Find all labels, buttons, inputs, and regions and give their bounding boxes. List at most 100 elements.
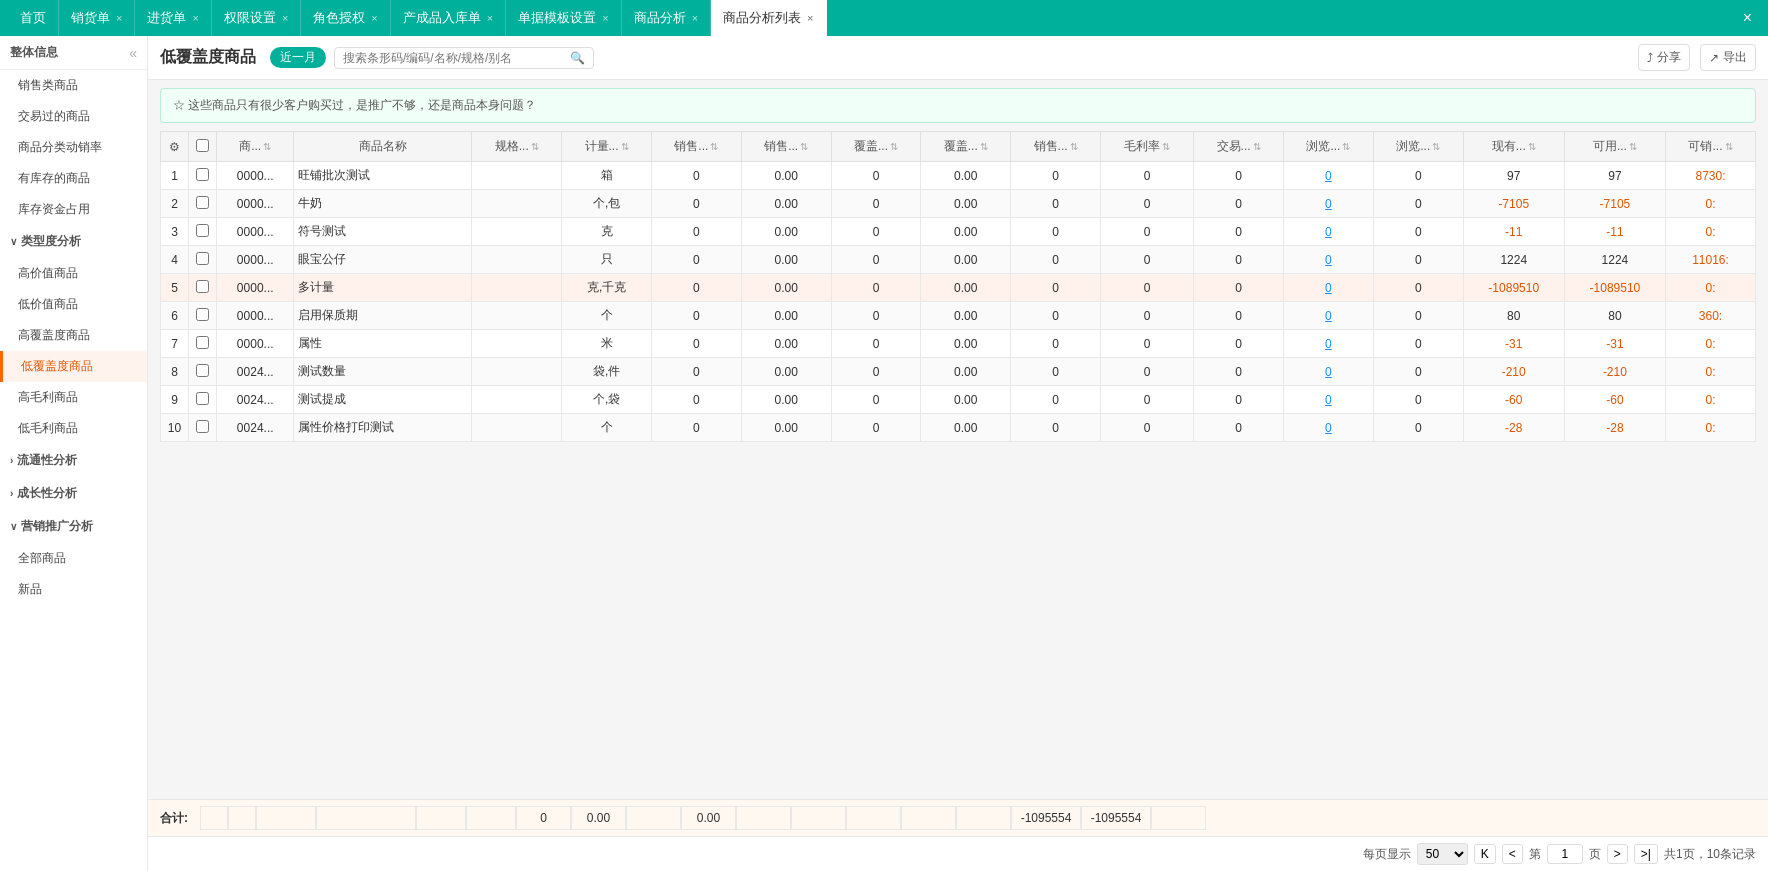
nav-template-settings[interactable]: 单据模板设置 × bbox=[506, 0, 621, 36]
col-sales-qty[interactable]: 销售...⇅ bbox=[651, 132, 741, 162]
table-row: 7 0000... 属性 米 0 0.00 0 0.00 0 0 0 0 0 -… bbox=[161, 330, 1756, 358]
col-checkbox-header[interactable] bbox=[189, 132, 217, 162]
select-all-checkbox[interactable] bbox=[196, 139, 209, 152]
row-browse1[interactable]: 0 bbox=[1284, 330, 1374, 358]
nav-product-inbound[interactable]: 产成品入库单 × bbox=[391, 0, 506, 36]
row-stock-current: 80 bbox=[1463, 302, 1564, 330]
sidebar-item-new-goods[interactable]: 新品 bbox=[0, 574, 147, 605]
page-input[interactable] bbox=[1547, 844, 1583, 864]
col-cover1[interactable]: 覆盖...⇅ bbox=[831, 132, 921, 162]
nav-sales-order[interactable]: 销货单 × bbox=[59, 0, 135, 36]
sidebar-item-high-margin[interactable]: 高毛利商品 bbox=[0, 382, 147, 413]
col-unit[interactable]: 计量...⇅ bbox=[562, 132, 652, 162]
share-button[interactable]: ⤴ 分享 bbox=[1638, 44, 1690, 71]
row-browse1[interactable]: 0 bbox=[1284, 274, 1374, 302]
nav-close-analysis[interactable]: × bbox=[692, 12, 698, 24]
sidebar-section-type-analysis[interactable]: ∨ 类型度分析 bbox=[0, 225, 147, 258]
nav-close-permission[interactable]: × bbox=[282, 12, 288, 24]
row-browse1[interactable]: 0 bbox=[1284, 386, 1374, 414]
nav-close-role[interactable]: × bbox=[371, 12, 377, 24]
nav-product-analysis-list[interactable]: 商品分析列表 × bbox=[711, 0, 826, 36]
sidebar-item-sales-goods[interactable]: 销售类商品 bbox=[0, 70, 147, 101]
col-spec[interactable]: 规格...⇅ bbox=[472, 132, 562, 162]
col-code[interactable]: 商...⇅ bbox=[217, 132, 294, 162]
nav-close-sales[interactable]: × bbox=[116, 12, 122, 24]
row-num: 4 bbox=[161, 246, 189, 274]
col-stock-current[interactable]: 现有...⇅ bbox=[1463, 132, 1564, 162]
row-checkbox[interactable] bbox=[189, 330, 217, 358]
nav-role-auth[interactable]: 角色授权 × bbox=[301, 0, 390, 36]
sidebar-item-category-rate[interactable]: 商品分类动销率 bbox=[0, 132, 147, 163]
col-name[interactable]: 商品名称 bbox=[294, 132, 472, 162]
next-page-btn[interactable]: > bbox=[1607, 844, 1628, 864]
row-checkbox[interactable] bbox=[189, 274, 217, 302]
per-page-select[interactable]: 50 100 200 bbox=[1417, 843, 1468, 865]
col-gross-margin[interactable]: 毛利率⇅ bbox=[1101, 132, 1194, 162]
row-checkbox[interactable] bbox=[189, 218, 217, 246]
sidebar-item-low-margin[interactable]: 低毛利商品 bbox=[0, 413, 147, 444]
col-trade[interactable]: 交易...⇅ bbox=[1194, 132, 1284, 162]
col-stock-sale[interactable]: 可销...⇅ bbox=[1665, 132, 1755, 162]
prev-page-btn[interactable]: < bbox=[1502, 844, 1523, 864]
col-sales-amt[interactable]: 销售...⇅ bbox=[741, 132, 831, 162]
row-browse2: 0 bbox=[1373, 358, 1463, 386]
col-cover2[interactable]: 覆盖...⇅ bbox=[921, 132, 1011, 162]
row-browse1[interactable]: 0 bbox=[1284, 162, 1374, 190]
row-num: 2 bbox=[161, 190, 189, 218]
first-page-btn[interactable]: K bbox=[1474, 844, 1496, 864]
sidebar-item-stock-capital[interactable]: 库存资金占用 bbox=[0, 194, 147, 225]
nav-close-analysis-list[interactable]: × bbox=[807, 12, 813, 24]
nav-home[interactable]: 首页 bbox=[8, 0, 59, 36]
sidebar-section-marketing[interactable]: ∨ 营销推广分析 bbox=[0, 510, 147, 543]
col-settings[interactable]: ⚙ bbox=[161, 132, 189, 162]
row-checkbox[interactable] bbox=[189, 414, 217, 442]
row-checkbox[interactable] bbox=[189, 386, 217, 414]
row-checkbox[interactable] bbox=[189, 246, 217, 274]
col-stock-avail[interactable]: 可用...⇅ bbox=[1564, 132, 1665, 162]
col-browse2[interactable]: 浏览...⇅ bbox=[1373, 132, 1463, 162]
row-name: 符号测试 bbox=[294, 218, 472, 246]
row-checkbox[interactable] bbox=[189, 358, 217, 386]
search-input[interactable] bbox=[343, 51, 570, 65]
sidebar-item-stocked-goods[interactable]: 有库存的商品 bbox=[0, 163, 147, 194]
nav-permission[interactable]: 权限设置 × bbox=[212, 0, 301, 36]
row-browse1[interactable]: 0 bbox=[1284, 218, 1374, 246]
row-checkbox[interactable] bbox=[189, 190, 217, 218]
col-browse1[interactable]: 浏览...⇅ bbox=[1284, 132, 1374, 162]
section-arrow-liquidity: › bbox=[10, 455, 13, 466]
row-browse1[interactable]: 0 bbox=[1284, 414, 1374, 442]
filter-btn[interactable]: 近一月 bbox=[270, 47, 326, 68]
per-page-label: 每页显示 bbox=[1363, 846, 1411, 863]
row-sales3: 0 bbox=[1011, 190, 1101, 218]
sidebar-collapse-btn[interactable]: « bbox=[129, 45, 137, 61]
row-checkbox[interactable] bbox=[189, 162, 217, 190]
row-browse2: 0 bbox=[1373, 274, 1463, 302]
sidebar-item-low-value[interactable]: 低价值商品 bbox=[0, 289, 147, 320]
sidebar-section-growth[interactable]: › 成长性分析 bbox=[0, 477, 147, 510]
row-spec bbox=[472, 302, 562, 330]
sidebar-item-all-goods[interactable]: 全部商品 bbox=[0, 543, 147, 574]
sidebar-item-traded-goods[interactable]: 交易过的商品 bbox=[0, 101, 147, 132]
nav-purchase-order[interactable]: 进货单 × bbox=[135, 0, 211, 36]
table-row: 8 0024... 测试数量 袋,件 0 0.00 0 0.00 0 0 0 0… bbox=[161, 358, 1756, 386]
export-button[interactable]: ↗ 导出 bbox=[1700, 44, 1756, 71]
nav-product-analysis[interactable]: 商品分析 × bbox=[622, 0, 711, 36]
sidebar-item-low-coverage[interactable]: 低覆盖度商品 bbox=[0, 351, 147, 382]
row-browse1[interactable]: 0 bbox=[1284, 246, 1374, 274]
sidebar-item-high-coverage[interactable]: 高覆盖度商品 bbox=[0, 320, 147, 351]
search-icon[interactable]: 🔍 bbox=[570, 51, 585, 65]
sidebar-section-liquidity[interactable]: › 流通性分析 bbox=[0, 444, 147, 477]
row-browse1[interactable]: 0 bbox=[1284, 302, 1374, 330]
nav-close-template[interactable]: × bbox=[602, 12, 608, 24]
nav-close-product-inbound[interactable]: × bbox=[487, 12, 493, 24]
row-browse1[interactable]: 0 bbox=[1284, 190, 1374, 218]
row-browse1[interactable]: 0 bbox=[1284, 358, 1374, 386]
col-sales3[interactable]: 销售...⇅ bbox=[1011, 132, 1101, 162]
nav-close-purchase[interactable]: × bbox=[192, 12, 198, 24]
row-browse2: 0 bbox=[1373, 218, 1463, 246]
row-checkbox[interactable] bbox=[189, 302, 217, 330]
last-page-btn[interactable]: >| bbox=[1634, 844, 1658, 864]
nav-close-all[interactable]: × bbox=[1735, 9, 1760, 27]
footer-summary: 合计: 0 0.00 0.00 -1095554 -1095554 bbox=[148, 799, 1768, 836]
sidebar-item-high-value[interactable]: 高价值商品 bbox=[0, 258, 147, 289]
